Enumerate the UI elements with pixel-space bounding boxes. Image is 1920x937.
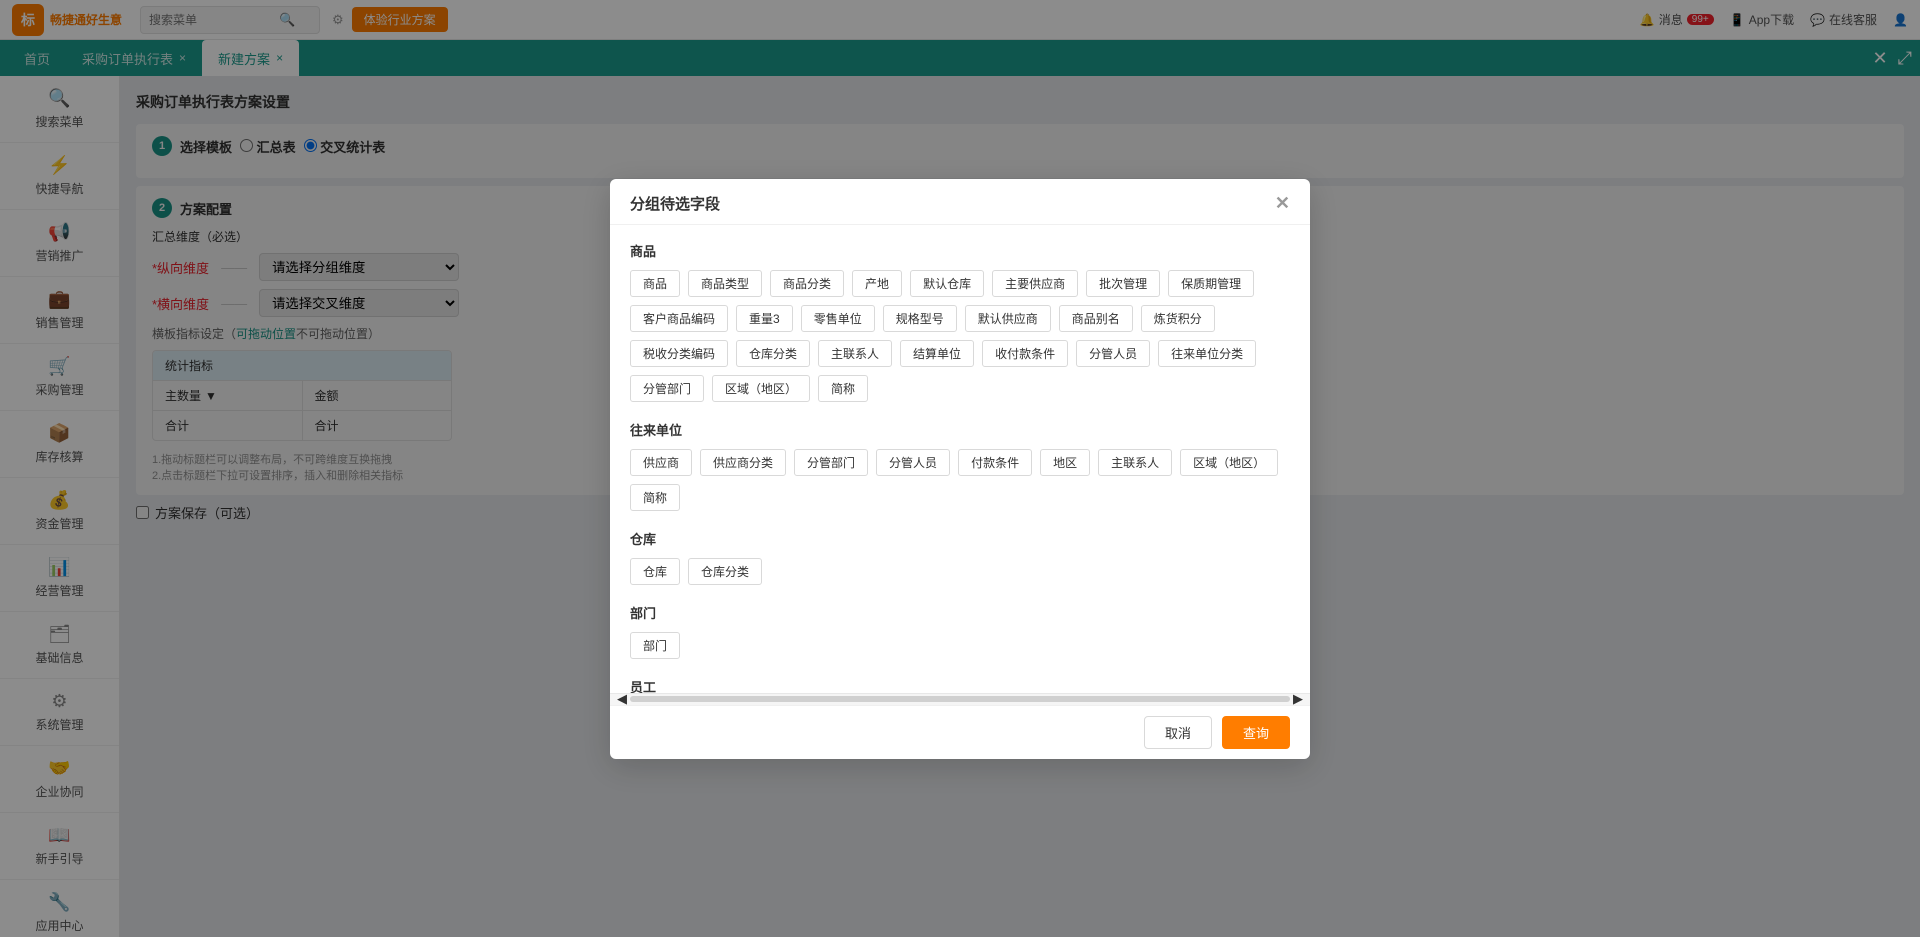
field-tag[interactable]: 简称 bbox=[630, 484, 680, 511]
field-tag[interactable]: 主联系人 bbox=[1098, 449, 1172, 476]
modal: 分组待选字段 ✕ 商品 商品 商品类型 商品分类 产地 默认仓库 主要供应商 批… bbox=[610, 179, 1310, 759]
field-tags-dept: 部门 bbox=[630, 632, 1290, 659]
field-tag[interactable]: 部门 bbox=[630, 632, 680, 659]
field-tag[interactable]: 仓库分类 bbox=[736, 340, 810, 367]
modal-scrollbar-area: ◀ ▶ bbox=[610, 693, 1310, 705]
field-tag[interactable]: 供应商 bbox=[630, 449, 692, 476]
confirm-button[interactable]: 查询 bbox=[1222, 716, 1290, 749]
field-group-goods-title: 商品 bbox=[630, 241, 1290, 260]
modal-header: 分组待选字段 ✕ bbox=[610, 179, 1310, 225]
field-tag[interactable]: 分管部门 bbox=[630, 375, 704, 402]
modal-close-btn[interactable]: ✕ bbox=[1275, 193, 1290, 214]
field-tag[interactable]: 默认仓库 bbox=[910, 270, 984, 297]
field-tag[interactable]: 收付款条件 bbox=[982, 340, 1068, 367]
field-tag[interactable]: 主要供应商 bbox=[992, 270, 1078, 297]
field-group-employee: 员工 业务员 bbox=[630, 677, 1290, 693]
field-tag[interactable]: 客户商品编码 bbox=[630, 305, 728, 332]
field-tag[interactable]: 默认供应商 bbox=[965, 305, 1051, 332]
field-tag[interactable]: 分管人员 bbox=[1076, 340, 1150, 367]
modal-title: 分组待选字段 bbox=[630, 193, 720, 214]
field-tag[interactable]: 零售单位 bbox=[801, 305, 875, 332]
field-tag[interactable]: 商品 bbox=[630, 270, 680, 297]
field-tag[interactable]: 主联系人 bbox=[818, 340, 892, 367]
field-tag[interactable]: 区域（地区） bbox=[712, 375, 810, 402]
field-group-warehouse-title: 仓库 bbox=[630, 529, 1290, 548]
field-tag[interactable]: 批次管理 bbox=[1086, 270, 1160, 297]
field-group-warehouse: 仓库 仓库 仓库分类 bbox=[630, 529, 1290, 585]
modal-overlay: 分组待选字段 ✕ 商品 商品 商品类型 商品分类 产地 默认仓库 主要供应商 批… bbox=[0, 0, 1920, 937]
cancel-button[interactable]: 取消 bbox=[1144, 716, 1212, 749]
field-tag[interactable]: 商品分类 bbox=[770, 270, 844, 297]
field-group-employee-title: 员工 bbox=[630, 677, 1290, 693]
field-tag[interactable]: 付款条件 bbox=[958, 449, 1032, 476]
field-tag[interactable]: 产地 bbox=[852, 270, 902, 297]
field-tag[interactable]: 分管部门 bbox=[794, 449, 868, 476]
field-tag[interactable]: 保质期管理 bbox=[1168, 270, 1254, 297]
field-tag[interactable]: 重量3 bbox=[736, 305, 793, 332]
field-tag[interactable]: 仓库 bbox=[630, 558, 680, 585]
field-tag[interactable]: 仓库分类 bbox=[688, 558, 762, 585]
field-tag[interactable]: 供应商分类 bbox=[700, 449, 786, 476]
field-tag[interactable]: 地区 bbox=[1040, 449, 1090, 476]
field-group-dept: 部门 部门 bbox=[630, 603, 1290, 659]
field-group-partners-title: 往来单位 bbox=[630, 420, 1290, 439]
field-group-goods: 商品 商品 商品类型 商品分类 产地 默认仓库 主要供应商 批次管理 保质期管理… bbox=[630, 241, 1290, 402]
field-tags-goods: 商品 商品类型 商品分类 产地 默认仓库 主要供应商 批次管理 保质期管理 客户… bbox=[630, 270, 1290, 402]
field-tag[interactable]: 商品别名 bbox=[1059, 305, 1133, 332]
hscrollbar[interactable] bbox=[630, 696, 1290, 702]
field-tag[interactable]: 简称 bbox=[818, 375, 868, 402]
field-tag[interactable]: 炼货积分 bbox=[1141, 305, 1215, 332]
field-tag[interactable]: 规格型号 bbox=[883, 305, 957, 332]
field-tag[interactable]: 税收分类编码 bbox=[630, 340, 728, 367]
field-tags-warehouse: 仓库 仓库分类 bbox=[630, 558, 1290, 585]
field-group-partners: 往来单位 供应商 供应商分类 分管部门 分管人员 付款条件 地区 主联系人 区域… bbox=[630, 420, 1290, 511]
field-group-dept-title: 部门 bbox=[630, 603, 1290, 622]
field-tag[interactable]: 区域（地区） bbox=[1180, 449, 1278, 476]
field-tag[interactable]: 结算单位 bbox=[900, 340, 974, 367]
modal-footer: 取消 查询 bbox=[610, 705, 1310, 759]
field-tag[interactable]: 往来单位分类 bbox=[1158, 340, 1256, 367]
field-tag[interactable]: 分管人员 bbox=[876, 449, 950, 476]
modal-body: 商品 商品 商品类型 商品分类 产地 默认仓库 主要供应商 批次管理 保质期管理… bbox=[610, 225, 1310, 693]
field-tag[interactable]: 商品类型 bbox=[688, 270, 762, 297]
field-tags-partners: 供应商 供应商分类 分管部门 分管人员 付款条件 地区 主联系人 区域（地区） … bbox=[630, 449, 1290, 511]
